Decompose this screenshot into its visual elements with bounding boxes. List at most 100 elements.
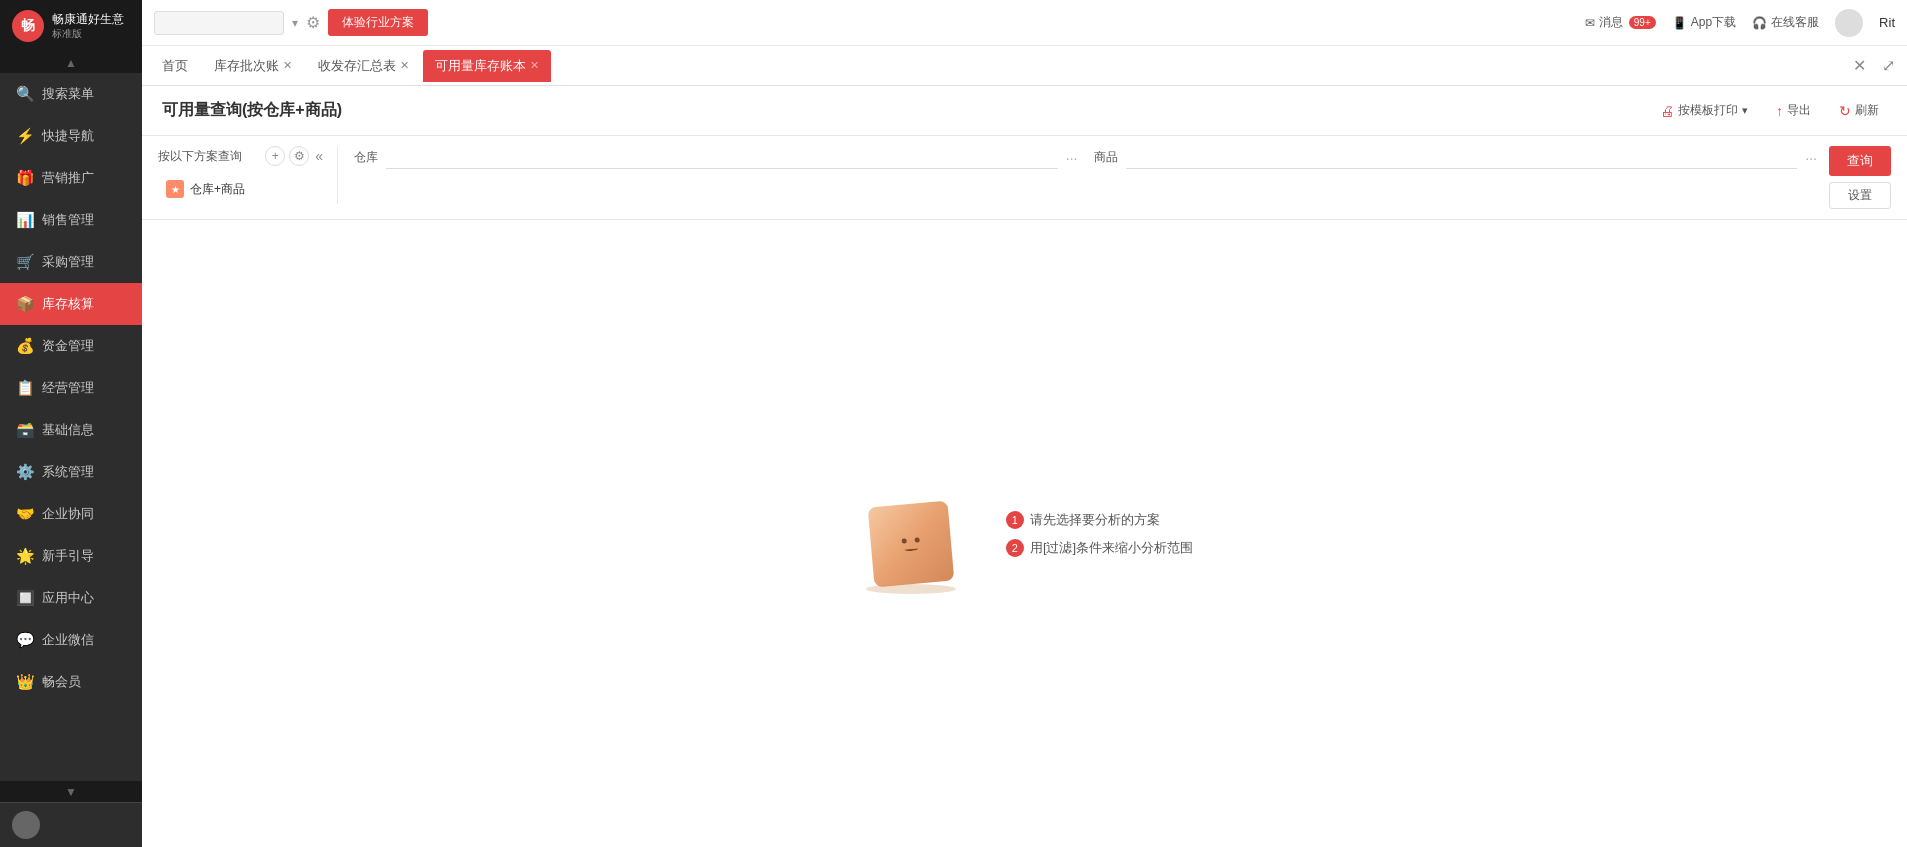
product-filter-field: 商品 ··· <box>1094 146 1818 169</box>
topbar-dropdown-btn[interactable]: ▾ <box>292 16 298 30</box>
service-label: 在线客服 <box>1771 14 1819 31</box>
industry-solution-button[interactable]: 体验行业方案 <box>328 9 428 36</box>
filter-actions: 查询 设置 <box>1817 146 1891 209</box>
sidebar-item-label: 快捷导航 <box>42 127 94 145</box>
settings-button[interactable]: 设置 <box>1829 182 1891 209</box>
export-icon: ↑ <box>1776 103 1783 119</box>
box-face <box>890 527 932 560</box>
tab-available[interactable]: 可用量库存账本 ✕ <box>423 50 551 82</box>
page-title: 可用量查询(按仓库+商品) <box>162 100 342 121</box>
print-label: 按模板打印 <box>1678 102 1738 119</box>
lightning-icon: ⚡ <box>16 127 34 145</box>
topbar-search-input[interactable] <box>154 11 284 35</box>
tab-available-label: 可用量库存账本 <box>435 57 526 75</box>
sidebar-user-area[interactable] <box>0 802 142 847</box>
cart-icon: 🛒 <box>16 253 34 271</box>
hint-number-2: 2 <box>1006 539 1024 557</box>
query-button[interactable]: 查询 <box>1829 146 1891 176</box>
sidebar-item-label: 应用中心 <box>42 589 94 607</box>
filter-area: 按以下方案查询 + ⚙ « ★ 仓库+商品 仓库 <box>142 136 1907 220</box>
product-input[interactable] <box>1126 146 1798 169</box>
topbar: ▾ ⚙ 体验行业方案 ✉ 消息 99+ 📱 App下载 🎧 在线客服 Rit <box>142 0 1907 46</box>
sidebar-item-finance[interactable]: 💰 资金管理 <box>0 325 142 367</box>
collapse-panel-button[interactable]: « <box>313 146 325 166</box>
star-icon: 🌟 <box>16 547 34 565</box>
warehouse-input[interactable] <box>386 146 1058 169</box>
empty-state-area: 1 请先选择要分析的方案 2 用[过滤]条件来缩小分析范围 <box>142 220 1907 847</box>
warehouse-label: 仓库 <box>354 149 378 166</box>
chat-icon: 💬 <box>16 631 34 649</box>
refresh-button[interactable]: ↻ 刷新 <box>1831 98 1887 123</box>
sidebar-logo: 畅 <box>12 10 44 42</box>
filter-left-panel: 按以下方案查询 + ⚙ « ★ 仓库+商品 <box>158 146 338 204</box>
sidebar-subtitle: 标准版 <box>52 27 124 41</box>
sidebar-scroll-up[interactable]: ▲ <box>0 52 142 73</box>
sidebar-item-shortcut[interactable]: ⚡ 快捷导航 <box>0 115 142 157</box>
sidebar-header: 畅 畅康通好生意 标准版 <box>0 0 142 52</box>
scheme-label: 仓库+商品 <box>190 181 245 198</box>
sidebar-item-search[interactable]: 🔍 搜索菜单 <box>0 73 142 115</box>
refresh-label: 刷新 <box>1855 102 1879 119</box>
sidebar-item-inventory[interactable]: 📦 库存核算 <box>0 283 142 325</box>
customer-service-button[interactable]: 🎧 在线客服 <box>1752 14 1819 31</box>
tab-batch[interactable]: 库存批次账 ✕ <box>202 50 304 82</box>
export-label: 导出 <box>1787 102 1811 119</box>
sidebar-item-basic[interactable]: 🗃️ 基础信息 <box>0 409 142 451</box>
filter-scheme-title: 按以下方案查询 <box>158 148 242 165</box>
sidebar-item-guide[interactable]: 🌟 新手引导 <box>0 535 142 577</box>
sidebar-item-marketing[interactable]: 🎁 营销推广 <box>0 157 142 199</box>
sidebar: 畅 畅康通好生意 标准版 ▲ 🔍 搜索菜单 ⚡ 快捷导航 🎁 营销推广 📊 销售… <box>0 0 142 847</box>
app-download-button[interactable]: 📱 App下载 <box>1672 14 1736 31</box>
product-more-btn[interactable]: ··· <box>1805 150 1817 166</box>
tab-batch-label: 库存批次账 <box>214 57 279 75</box>
add-scheme-button[interactable]: + <box>265 146 285 166</box>
sidebar-avatar <box>12 811 40 839</box>
sidebar-item-member[interactable]: 👑 畅会员 <box>0 661 142 703</box>
refresh-icon: ↻ <box>1839 103 1851 119</box>
print-dropdown-icon[interactable]: ▾ <box>1742 104 1748 117</box>
topbar-right: ✉ 消息 99+ 📱 App下载 🎧 在线客服 Rit <box>1585 9 1895 37</box>
clipboard-icon: 📋 <box>16 379 34 397</box>
warehouse-more-btn[interactable]: ··· <box>1066 150 1078 166</box>
topbar-gear-btn[interactable]: ⚙ <box>306 13 320 32</box>
hint-text-2: 用[过滤]条件来缩小分析范围 <box>1030 539 1193 557</box>
tab-home-label: 首页 <box>162 57 188 75</box>
app-label: App下载 <box>1691 14 1736 31</box>
manage-scheme-button[interactable]: ⚙ <box>289 146 309 166</box>
sidebar-item-business[interactable]: 📋 经营管理 <box>0 367 142 409</box>
sidebar-item-label: 搜索菜单 <box>42 85 94 103</box>
sidebar-item-apps[interactable]: 🔲 应用中心 <box>0 577 142 619</box>
tab-home[interactable]: 首页 <box>150 50 200 82</box>
warehouse-filter-field: 仓库 ··· <box>354 146 1078 169</box>
tab-maximize-button[interactable]: ⤢ <box>1878 52 1899 79</box>
tab-available-close[interactable]: ✕ <box>530 59 539 72</box>
database-icon: 🗃️ <box>16 421 34 439</box>
filter-scheme-item[interactable]: ★ 仓库+商品 <box>158 174 325 204</box>
sidebar-menu: 🔍 搜索菜单 ⚡ 快捷导航 🎁 营销推广 📊 销售管理 🛒 采购管理 📦 库存核… <box>0 73 142 781</box>
sidebar-item-sales[interactable]: 📊 销售管理 <box>0 199 142 241</box>
message-button[interactable]: ✉ 消息 99+ <box>1585 14 1656 31</box>
export-button[interactable]: ↑ 导出 <box>1768 98 1819 123</box>
page-header: 可用量查询(按仓库+商品) 🖨 按模板打印 ▾ ↑ 导出 ↻ 刷新 <box>142 86 1907 136</box>
sidebar-item-label: 企业协同 <box>42 505 94 523</box>
sidebar-item-label: 库存核算 <box>42 295 94 313</box>
tabs-actions: ✕ ⤢ <box>1849 52 1899 79</box>
box-icon: 📦 <box>16 295 34 313</box>
tab-receive-close[interactable]: ✕ <box>400 59 409 72</box>
sidebar-item-purchase[interactable]: 🛒 采购管理 <box>0 241 142 283</box>
user-avatar[interactable] <box>1835 9 1863 37</box>
empty-content: 1 请先选择要分析的方案 2 用[过滤]条件来缩小分析范围 <box>856 474 1193 594</box>
sidebar-item-label: 系统管理 <box>42 463 94 481</box>
crown-icon: 👑 <box>16 673 34 691</box>
sidebar-item-enterprise[interactable]: 🤝 企业协同 <box>0 493 142 535</box>
gear-icon: ⚙️ <box>16 463 34 481</box>
tab-batch-close[interactable]: ✕ <box>283 59 292 72</box>
sidebar-scroll-down[interactable]: ▼ <box>0 781 142 802</box>
print-template-button[interactable]: 🖨 按模板打印 ▾ <box>1652 98 1756 123</box>
sidebar-item-label: 营销推广 <box>42 169 94 187</box>
tab-receive[interactable]: 收发存汇总表 ✕ <box>306 50 421 82</box>
chart-icon: 📊 <box>16 211 34 229</box>
sidebar-item-system[interactable]: ⚙️ 系统管理 <box>0 451 142 493</box>
sidebar-item-wechat[interactable]: 💬 企业微信 <box>0 619 142 661</box>
tab-close-all-button[interactable]: ✕ <box>1849 52 1870 79</box>
